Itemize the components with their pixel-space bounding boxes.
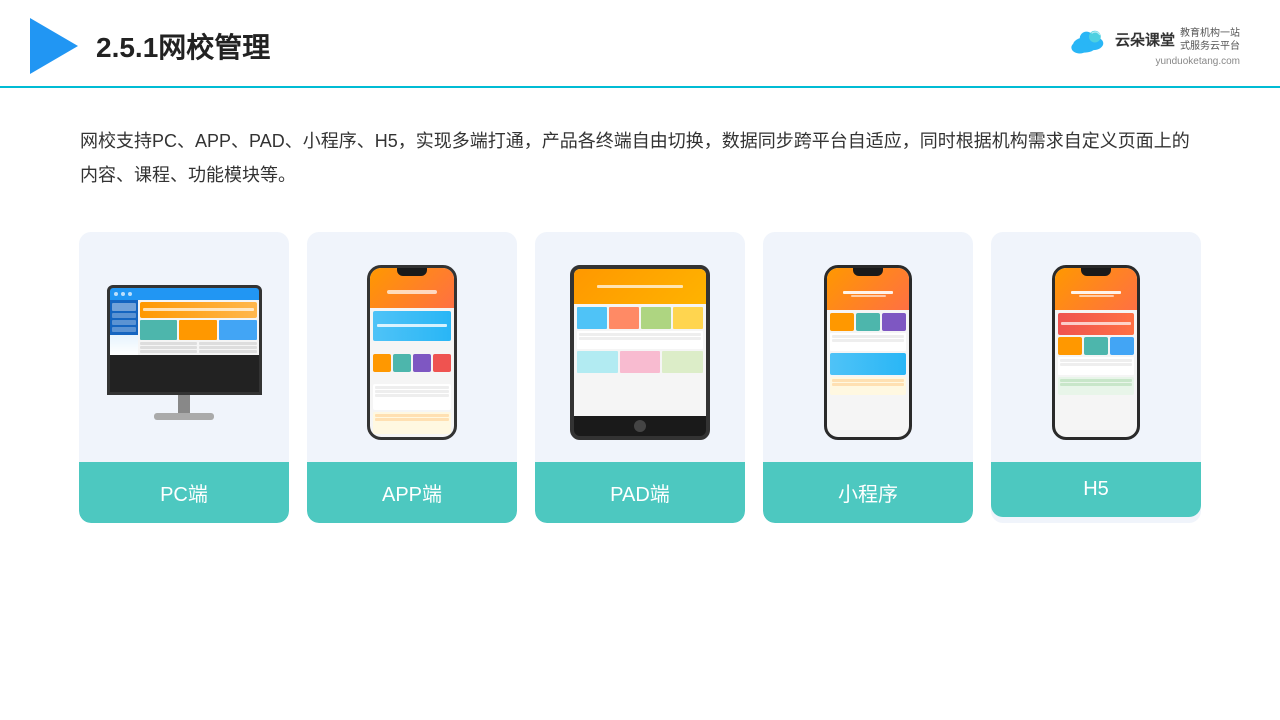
card-pad-label: PAD端 (535, 462, 745, 523)
page-title: 2.5.1网校管理 (96, 26, 270, 66)
header-left: 2.5.1网校管理 (30, 18, 270, 74)
card-app-label: APP端 (307, 462, 517, 523)
cloud-logo-icon (1068, 26, 1110, 54)
card-mini-label: 小程序 (763, 462, 973, 523)
brand-tagline: 教育机构一站 式服务云平台 (1180, 27, 1240, 53)
card-pc: PC端 (79, 232, 289, 523)
card-mini-image (763, 232, 973, 462)
card-mini: 小程序 (763, 232, 973, 523)
mini-phone-icon (824, 265, 912, 440)
brand-wrapper: 云朵课堂 教育机构一站 式服务云平台 yunduoketang.com (1068, 26, 1240, 67)
card-h5-image (991, 232, 1201, 462)
brand-url: yunduoketang.com (1155, 56, 1240, 67)
h5-phone-icon (1052, 265, 1140, 440)
description-text: 网校支持PC、APP、PAD、小程序、H5，实现多端打通，产品各终端自由切换，数… (0, 88, 1280, 212)
card-h5-label: H5 (991, 462, 1201, 517)
card-pad: PAD端 (535, 232, 745, 523)
card-app: APP端 (307, 232, 517, 523)
header: 2.5.1网校管理 云朵课堂 教育机构一站 式服务云平台 yunduoketan… (0, 0, 1280, 88)
logo-triangle-icon (30, 18, 78, 74)
card-pc-image (79, 232, 289, 462)
cards-container: PC端 (0, 212, 1280, 553)
card-h5: H5 (991, 232, 1201, 523)
brand-name: 云朵课堂 (1115, 29, 1175, 50)
pad-tablet-icon (570, 265, 710, 440)
card-pad-image (535, 232, 745, 462)
card-pc-label: PC端 (79, 462, 289, 523)
card-app-image (307, 232, 517, 462)
app-phone-icon (367, 265, 457, 440)
brand-row: 云朵课堂 教育机构一站 式服务云平台 (1068, 26, 1240, 54)
pc-monitor-icon (107, 285, 262, 420)
